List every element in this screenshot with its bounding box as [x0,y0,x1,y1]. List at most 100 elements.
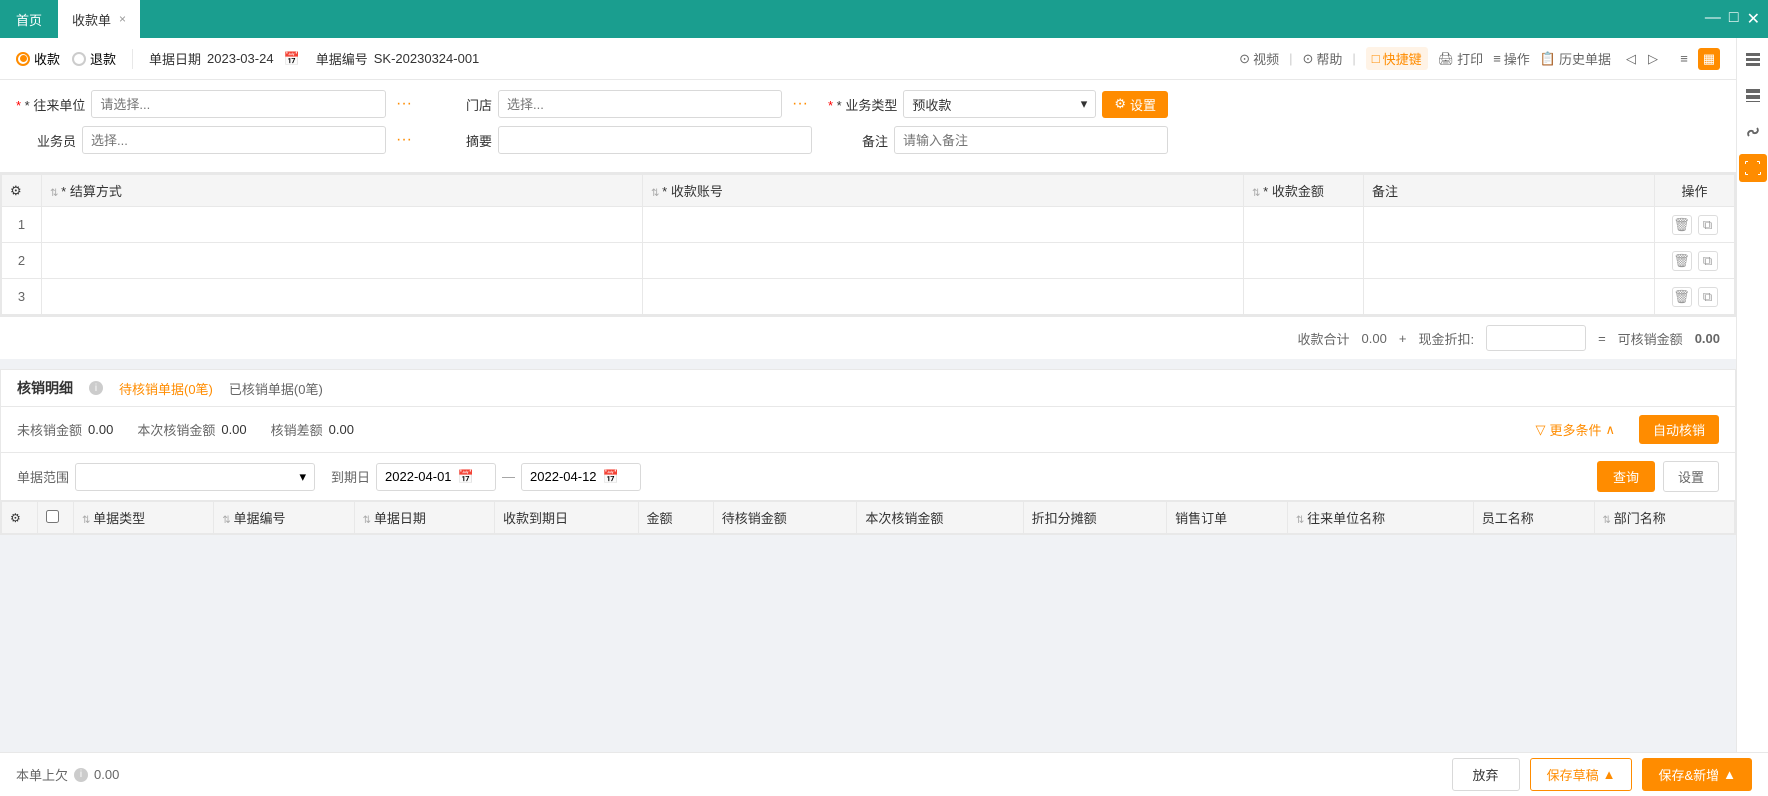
table-header-row: ⚙ ⇅ * 结算方式 ⇅ * 收款账号 ⇅ * 收款金额 [2,175,1735,207]
delete-icon-2[interactable]: 🗑 [1672,251,1692,271]
prev-arrow[interactable]: ◁ [1621,49,1641,69]
due-date-from[interactable]: 2022-04-01 📅 [376,463,496,491]
abandon-btn[interactable]: 放弃 [1452,758,1520,791]
amount-cell-3[interactable] [1244,279,1364,315]
biztype-group: * 业务类型 预收款 ⚙ 设置 [828,90,1168,118]
biztype-select[interactable]: 预收款 [903,90,1096,118]
calc-row: 收款合计 0.00 + 现金折扣: = 可核销金额 0.00 [0,316,1736,359]
radio-receipt[interactable]: 收款 [16,49,60,68]
query-btn[interactable]: 查询 [1597,461,1655,492]
help-btn[interactable]: ⊙ 帮助 [1302,49,1342,68]
active-tab[interactable]: 收款单 × [58,0,140,38]
loss-value: 0.00 [94,767,119,782]
col-action-header: 操作 [1655,175,1735,207]
tab-label: 收款单 [72,10,111,29]
counterparty-input[interactable] [91,90,386,118]
remark-cell-3[interactable] [1364,279,1655,315]
delete-icon-3[interactable]: 🗑 [1672,287,1692,307]
account-cell-2[interactable] [643,243,1244,279]
remark-input[interactable] [894,126,1168,154]
settle-method-cell-3[interactable] [42,279,643,315]
remark-cell-1[interactable] [1364,207,1655,243]
layout-grid-icon[interactable]: ▦ [1698,48,1720,70]
shortcut-label: 快捷键 [1383,49,1422,68]
operate-btn[interactable]: ≡ 操作 [1493,49,1530,68]
discount-input[interactable] [1486,325,1586,351]
window-close-icon[interactable]: ✕ [1747,9,1760,29]
due-date-to[interactable]: 2022-04-12 📅 [521,463,641,491]
info-icon[interactable]: i [89,381,103,395]
range-select[interactable] [75,463,315,491]
print-btn[interactable]: 🖨 打印 [1438,49,1484,68]
window-min-icon[interactable]: — [1705,9,1721,29]
save-new-btn[interactable]: 保存&新增 ▲ [1642,758,1752,791]
video-btn[interactable]: ⊙ 视频 [1239,49,1279,68]
done-tab[interactable]: 已核销单据(0笔) [229,379,323,398]
home-tab[interactable]: 首页 [0,0,58,38]
staff-input[interactable] [82,126,386,154]
col-doc-date-header: ⇅ 单据日期 [354,502,494,534]
unverified-value: 0.00 [88,422,113,437]
col-settings2-header[interactable]: ⚙ [2,502,38,534]
window-max-icon[interactable]: □ [1729,9,1739,29]
settings-button[interactable]: ⚙ 设置 [1102,91,1168,118]
store-input[interactable] [498,90,782,118]
chevron-up-icon: ∧ [1605,422,1615,438]
amount-cell-1[interactable] [1244,207,1364,243]
auto-offset-btn[interactable]: 自动核销 [1639,415,1719,444]
this-verify-label: 本次核销金额 [137,420,215,439]
remark-cell-2[interactable] [1364,243,1655,279]
settle-method-cell-2[interactable] [42,243,643,279]
account-cell-1[interactable] [643,207,1244,243]
settle-method-cell-1[interactable] [42,207,643,243]
next-arrow[interactable]: ▷ [1643,49,1663,69]
copy-icon-1[interactable]: ⧉ [1698,215,1718,235]
calendar-icon[interactable]: 📅 [284,51,300,67]
copy-icon-2[interactable]: ⧉ [1698,251,1718,271]
store-label: 门店 [432,95,492,114]
radio-refund[interactable]: 退款 [72,49,116,68]
pending-tab[interactable]: 待核销单据(0笔) [119,379,213,398]
account-cell-3[interactable] [643,279,1244,315]
delete-icon-1[interactable]: 🗑 [1672,215,1692,235]
row-num-1: 1 [2,207,42,243]
counterparty-ellipsis[interactable]: ··· [392,95,416,113]
settings-icon: ⚙ [1114,96,1126,112]
amount-cell-2[interactable] [1244,243,1364,279]
copy-icon-3[interactable]: ⧉ [1698,287,1718,307]
unverified-stat: 未核销金额 0.00 [17,420,113,439]
summary-group: 摘要 [432,126,812,154]
bottom-actions: 放弃 保存草稿 ▲ 保存&新增 ▲ [1452,758,1752,791]
tab-close-icon[interactable]: × [119,12,126,26]
search-settings-btn[interactable]: 设置 [1663,461,1719,492]
staff-ellipsis[interactable]: ··· [392,131,416,149]
shortcut-icon: □ [1372,51,1380,66]
date-field: 单据日期 2023-03-24 📅 [149,49,300,68]
store-ellipsis[interactable]: ··· [788,95,812,113]
action-cell-2: 🗑 ⧉ [1655,243,1735,279]
radio-refund-label: 退款 [90,49,116,68]
layout-list-icon[interactable]: ≡ [1673,48,1695,70]
more-conditions-btn[interactable]: ▽ 更多条件 ∧ [1535,420,1615,439]
summary-input[interactable] [498,126,812,154]
col-checkbox-header[interactable] [38,502,74,534]
col-due-date-header: 收款到期日 [494,502,638,534]
action-cell-1: 🗑 ⧉ [1655,207,1735,243]
col-settings-header[interactable]: ⚙ [2,175,42,207]
sidebar-table-icon[interactable] [1739,46,1767,74]
shortcut-btn[interactable]: □ 快捷键 [1366,47,1428,70]
remark-label: 备注 [828,131,888,150]
history-btn[interactable]: 📋 历史单据 [1540,49,1611,68]
biztype-value: 预收款 [912,95,951,114]
loss-info-icon[interactable]: i [74,768,88,782]
radio-receipt-label: 收款 [34,49,60,68]
stats-row: 未核销金额 0.00 本次核销金额 0.00 核销差额 0.00 ▽ 更多条件 … [1,407,1735,453]
select-all-checkbox[interactable] [46,510,59,523]
sidebar-layers-icon[interactable] [1739,82,1767,110]
save-draft-btn[interactable]: 保存草稿 ▲ [1530,758,1633,791]
sidebar-link-icon[interactable] [1739,118,1767,146]
sidebar-scan-icon[interactable] [1739,154,1767,182]
filter-icon: ▽ [1535,422,1545,438]
loss-label: 本单上欠 [16,765,68,784]
bottom-table-header: ⚙ ⇅ 单据类型 ⇅ 单据编号 ⇅ [2,502,1735,534]
